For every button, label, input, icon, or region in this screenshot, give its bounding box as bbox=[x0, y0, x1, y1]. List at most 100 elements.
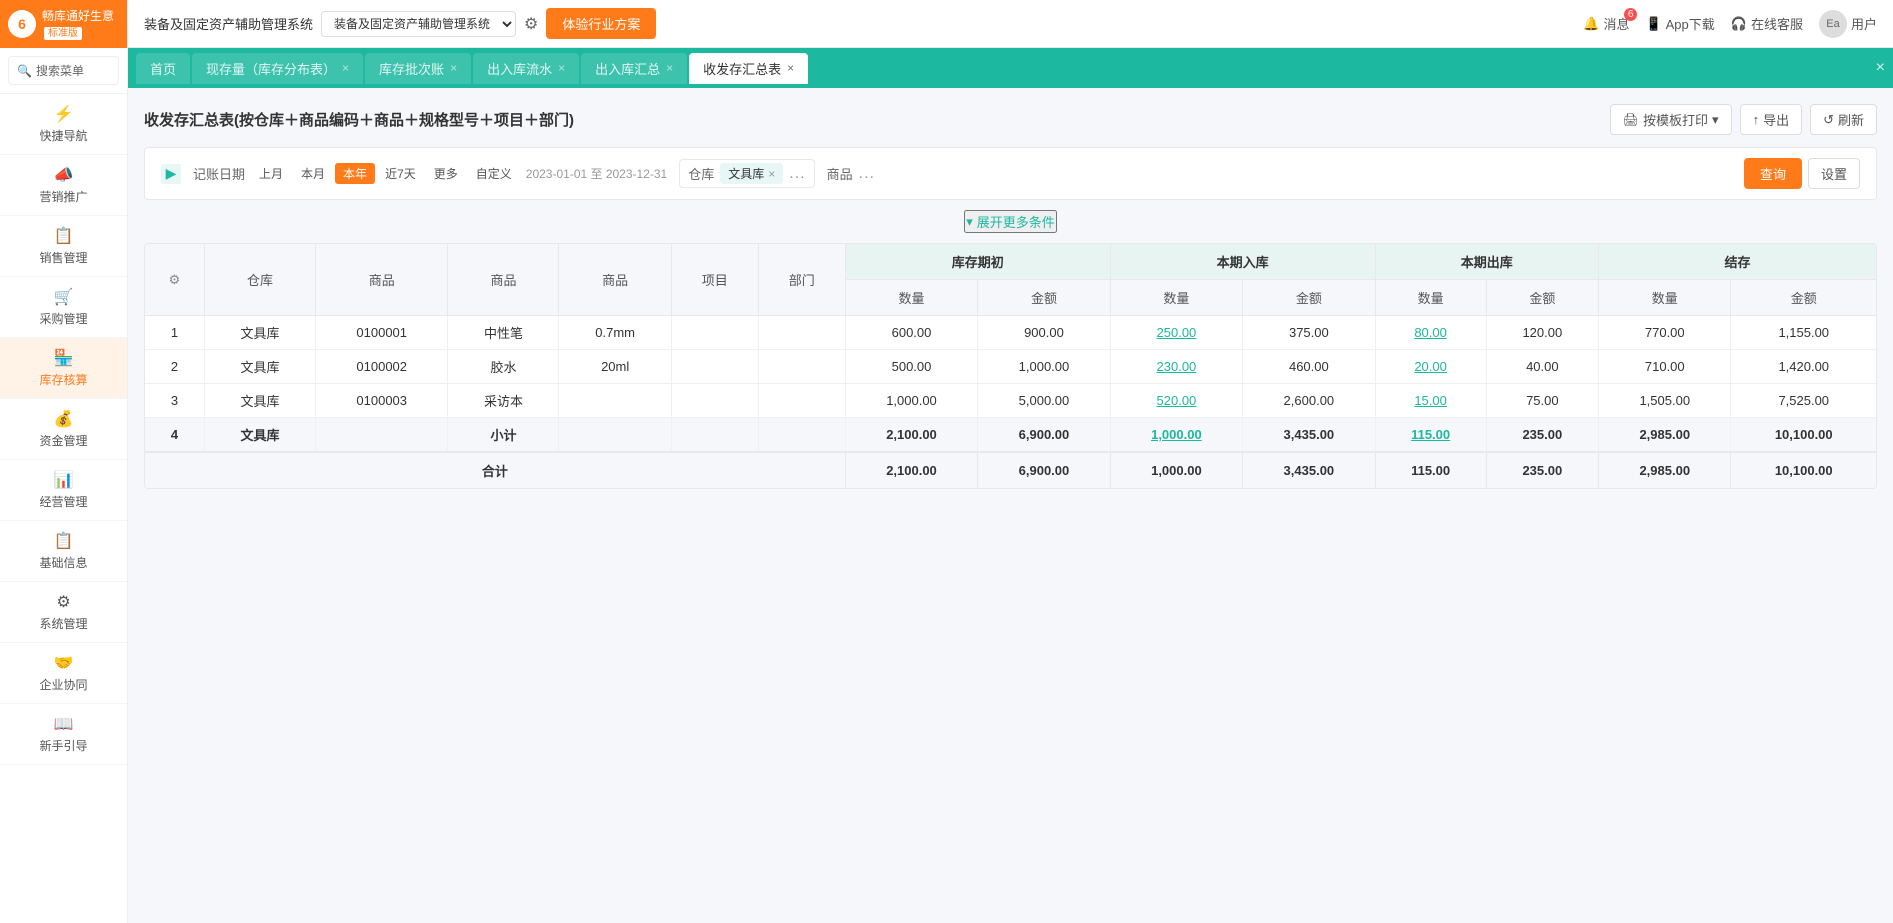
sidebar-item-finance[interactable]: 💰 资金管理 bbox=[0, 399, 127, 460]
row-out-qty[interactable]: 115.00 bbox=[1375, 418, 1486, 453]
notifications-badge: 6 bbox=[1624, 8, 1638, 21]
filter-warehouse-tag: 文具库 × bbox=[720, 163, 783, 184]
row-open-qty: 500.00 bbox=[845, 350, 977, 384]
tab-receipt-summary[interactable]: 收发存汇总表 × bbox=[689, 53, 808, 84]
filter-bar: ▶ 记账日期 上月 本月 本年 近7天 更多 自定义 2023-01-01 至 … bbox=[144, 147, 1877, 200]
sidebar-item-enterprise[interactable]: 🤝 企业协同 bbox=[0, 643, 127, 704]
row-name: 小计 bbox=[448, 418, 559, 453]
print-template-label: 按模板打印 bbox=[1643, 110, 1708, 129]
row-project bbox=[671, 418, 758, 453]
tab-inventory-dist[interactable]: 现存量（库存分布表） × bbox=[192, 53, 363, 84]
sidebar-item-quicknav[interactable]: ⚡ 快捷导航 bbox=[0, 94, 127, 155]
export-icon: ↑ bbox=[1753, 112, 1760, 127]
tab-receipt-summary-close[interactable]: × bbox=[787, 61, 794, 75]
row-code bbox=[315, 418, 447, 453]
online-service-button[interactable]: 🎧 在线客服 bbox=[1731, 14, 1803, 33]
footer-open-amt: 6,900.00 bbox=[978, 452, 1110, 488]
filter-warehouse-tag-label: 文具库 bbox=[728, 165, 764, 182]
row-out-qty[interactable]: 80.00 bbox=[1375, 316, 1486, 350]
row-project bbox=[671, 384, 758, 418]
tab-batch-ledger[interactable]: 库存批次账 × bbox=[365, 53, 471, 84]
trial-button[interactable]: 体验行业方案 bbox=[546, 8, 656, 39]
tab-batch-ledger-close[interactable]: × bbox=[450, 61, 457, 75]
filter-settings-button[interactable]: 设置 bbox=[1808, 158, 1860, 189]
sidebar-label-quicknav: 快捷导航 bbox=[39, 127, 87, 144]
th-opening-amt: 金额 bbox=[978, 280, 1110, 316]
th-in: 本期入库 bbox=[1110, 244, 1375, 280]
printer-icon: 🖨 bbox=[1623, 112, 1640, 128]
filter-date-label: 记账日期 bbox=[193, 164, 245, 183]
row-bal-qty: 2,985.00 bbox=[1599, 418, 1731, 453]
row-no: 4 bbox=[145, 418, 204, 453]
row-code: 0100003 bbox=[315, 384, 447, 418]
filter-warehouse-tag-close[interactable]: × bbox=[768, 167, 775, 181]
sidebar-item-sales[interactable]: 📋 销售管理 bbox=[0, 216, 127, 277]
tab-inout-flow[interactable]: 出入库流水 × bbox=[473, 53, 579, 84]
logo-tag: 标准版 bbox=[44, 27, 82, 40]
sidebar-item-inventory[interactable]: 🏪 库存核算 bbox=[0, 338, 127, 399]
notifications-button[interactable]: 🔔 消息 6 bbox=[1583, 14, 1629, 33]
filter-goods-more[interactable]: ... bbox=[859, 165, 875, 183]
inventory-icon: 🏪 bbox=[54, 348, 74, 368]
row-open-amt: 900.00 bbox=[978, 316, 1110, 350]
tab-inout-summary-close[interactable]: × bbox=[666, 61, 673, 75]
main-area: 装备及固定资产辅助管理系统 装备及固定资产辅助管理系统 ⚙ 体验行业方案 🔔 消… bbox=[128, 0, 1893, 923]
row-open-qty: 2,100.00 bbox=[845, 418, 977, 453]
date-range-display: 2023-01-01 至 2023-12-31 bbox=[526, 165, 667, 182]
row-dept bbox=[758, 316, 845, 350]
row-in-qty[interactable]: 250.00 bbox=[1110, 316, 1242, 350]
tab-inventory-dist-close[interactable]: × bbox=[342, 61, 349, 75]
filter-warehouse-group: 仓库 文具库 × ... bbox=[679, 159, 814, 188]
topbar-left: 装备及固定资产辅助管理系统 装备及固定资产辅助管理系统 ⚙ 体验行业方案 bbox=[144, 8, 656, 39]
th-balance: 结存 bbox=[1599, 244, 1876, 280]
sidebar-item-basicinfo[interactable]: 📋 基础信息 bbox=[0, 521, 127, 582]
filter-query-button[interactable]: 查询 bbox=[1744, 158, 1802, 189]
sidebar-item-marketing[interactable]: 📣 营销推广 bbox=[0, 155, 127, 216]
row-spec: 20ml bbox=[559, 350, 671, 384]
tab-inout-flow-close[interactable]: × bbox=[558, 61, 565, 75]
print-template-button[interactable]: 🖨 按模板打印 ▾ bbox=[1610, 104, 1732, 135]
sidebar-item-purchase[interactable]: 🛒 采购管理 bbox=[0, 277, 127, 338]
date-btn-custom[interactable]: 自定义 bbox=[468, 163, 520, 184]
tab-inout-summary[interactable]: 出入库汇总 × bbox=[581, 53, 687, 84]
row-in-qty[interactable]: 230.00 bbox=[1110, 350, 1242, 384]
basicinfo-icon: 📋 bbox=[54, 531, 74, 551]
row-in-qty[interactable]: 520.00 bbox=[1110, 384, 1242, 418]
row-out-qty[interactable]: 20.00 bbox=[1375, 350, 1486, 384]
filter-collapse-button[interactable]: ▶ bbox=[161, 164, 181, 184]
date-btn-this-month[interactable]: 本月 bbox=[293, 163, 333, 184]
tabbar-close-all[interactable]: × bbox=[1876, 59, 1885, 77]
export-button[interactable]: ↑ 导出 bbox=[1740, 104, 1803, 135]
table-settings-icon[interactable]: ⚙ bbox=[169, 272, 181, 287]
user-profile-button[interactable]: Ea 用户 bbox=[1819, 10, 1877, 38]
row-bal-amt: 10,100.00 bbox=[1731, 418, 1876, 453]
row-name: 胶水 bbox=[448, 350, 559, 384]
date-btn-7days[interactable]: 近7天 bbox=[377, 163, 424, 184]
filter-warehouse-more[interactable]: ... bbox=[789, 165, 805, 183]
refresh-button[interactable]: ↺ 刷新 bbox=[1810, 104, 1877, 135]
th-in-amt: 金额 bbox=[1243, 280, 1375, 316]
search-menu-button[interactable]: 🔍 搜索菜单 bbox=[8, 56, 119, 85]
row-bal-qty: 1,505.00 bbox=[1599, 384, 1731, 418]
date-btn-more[interactable]: 更多 bbox=[426, 163, 466, 184]
filter-date-group: 记账日期 上月 本月 本年 近7天 更多 自定义 2023-01-01 至 20… bbox=[193, 163, 667, 184]
tab-inventory-dist-label: 现存量（库存分布表） bbox=[206, 59, 336, 78]
th-out-qty: 数量 bbox=[1375, 280, 1486, 316]
row-code: 0100001 bbox=[315, 316, 447, 350]
marketing-icon: 📣 bbox=[54, 165, 74, 185]
tab-home[interactable]: 首页 bbox=[136, 53, 190, 84]
sidebar-item-operations[interactable]: 📊 经营管理 bbox=[0, 460, 127, 521]
app-download-button[interactable]: 📱 App下载 bbox=[1645, 14, 1714, 33]
date-btn-last-month[interactable]: 上月 bbox=[251, 163, 291, 184]
filter-expand-button[interactable]: ▾ 展开更多条件 bbox=[964, 210, 1057, 233]
sidebar-label-guide: 新手引导 bbox=[39, 737, 87, 754]
sidebar-item-guide[interactable]: 📖 新手引导 bbox=[0, 704, 127, 765]
sidebar-item-system[interactable]: ⚙ 系统管理 bbox=[0, 582, 127, 643]
row-in-qty[interactable]: 1,000.00 bbox=[1110, 418, 1242, 453]
row-name: 采访本 bbox=[448, 384, 559, 418]
row-out-qty[interactable]: 15.00 bbox=[1375, 384, 1486, 418]
filter-date-buttons: 上月 本月 本年 近7天 更多 自定义 bbox=[251, 163, 520, 184]
settings-gear-icon[interactable]: ⚙ bbox=[524, 14, 538, 34]
date-btn-this-year[interactable]: 本年 bbox=[335, 163, 375, 184]
system-select[interactable]: 装备及固定资产辅助管理系统 bbox=[321, 11, 516, 37]
